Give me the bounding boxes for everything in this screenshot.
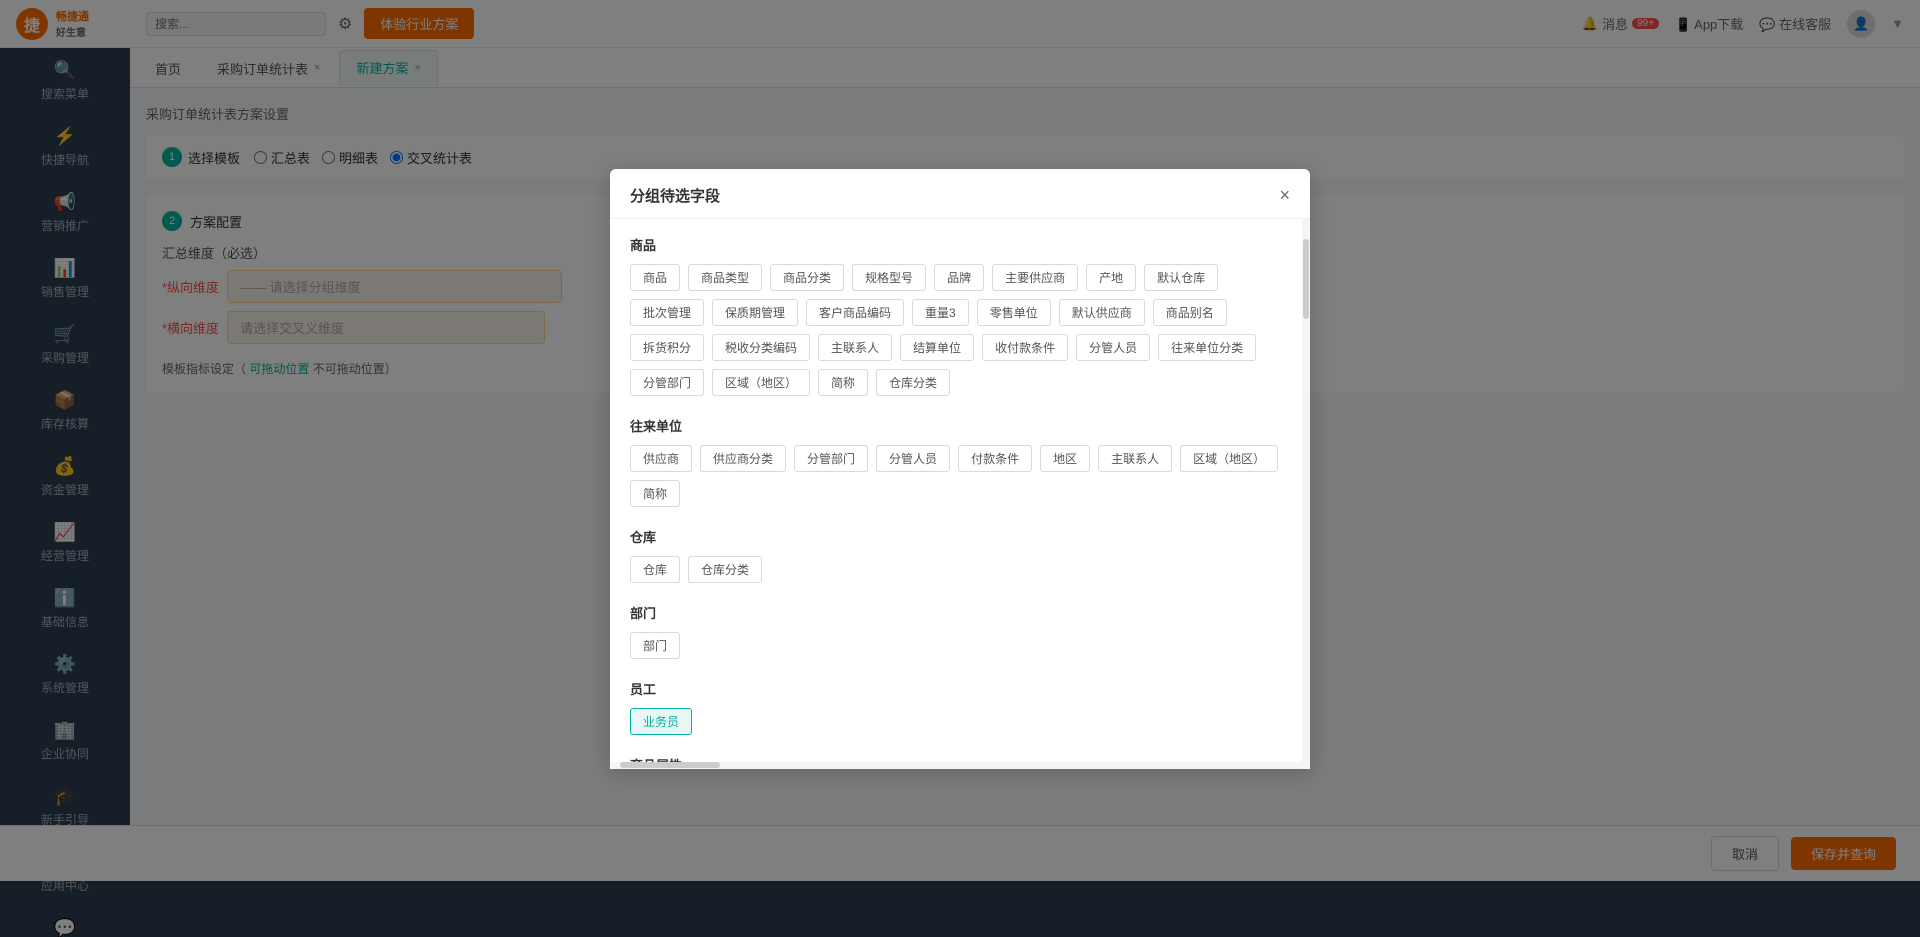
field-tag-zl3[interactable]: 重量3 — [912, 299, 969, 326]
field-tags-employee: 业务员 — [630, 708, 1282, 735]
field-tag-gys[interactable]: 供应商 — [630, 445, 692, 472]
field-tag-ggxh[interactable]: 规格型号 — [852, 264, 926, 291]
field-section-partner: 往来单位供应商供应商分类分管部门分管人员付款条件地区主联系人区域（地区） 简称 — [630, 416, 1282, 507]
modal-body[interactable]: 商品商品商品类型商品分类规格型号品牌主要供应商产地默认仓库批次管理保质期管理客户… — [610, 219, 1302, 762]
field-tag-qydq2[interactable]: 区域（地区） — [1180, 445, 1278, 472]
section-title-product-attr: 商品属性 — [630, 755, 1282, 762]
field-tag-kkfl[interactable]: 仓库分类 — [876, 369, 950, 396]
section-title-warehouse: 仓库 — [630, 527, 1282, 546]
modal-header: 分组待选字段 × — [610, 169, 1310, 219]
section-title-department: 部门 — [630, 603, 1282, 622]
field-tag-gysfl[interactable]: 供应商分类 — [700, 445, 786, 472]
field-tag-kkfl2[interactable]: 仓库分类 — [688, 556, 762, 583]
field-tags-partner: 供应商供应商分类分管部门分管人员付款条件地区主联系人区域（地区） 简称 — [630, 445, 1282, 507]
field-tag-khspbm[interactable]: 客户商品编码 — [806, 299, 904, 326]
section-title-employee: 员工 — [630, 679, 1282, 698]
modal-title: 分组待选字段 — [630, 185, 720, 206]
field-tag-zlxs[interactable]: 主联系人 — [818, 334, 892, 361]
field-tag-bzqgl[interactable]: 保质期管理 — [712, 299, 798, 326]
field-section-department: 部门部门 — [630, 603, 1282, 659]
modal-dialog: 分组待选字段 × 商品商品商品类型商品分类规格型号品牌主要供应商产地默认仓库批次… — [610, 169, 1310, 769]
scrollbar-thumb — [1303, 239, 1309, 319]
field-tag-bm[interactable]: 部门 — [630, 632, 680, 659]
field-tag-ywy[interactable]: 业务员 — [630, 708, 692, 735]
field-tag-pcgl[interactable]: 批次管理 — [630, 299, 704, 326]
field-tag-qydq[interactable]: 区域（地区） — [712, 369, 810, 396]
field-tag-zygyg[interactable]: 主要供应商 — [992, 264, 1078, 291]
field-tag-pp[interactable]: 品牌 — [934, 264, 984, 291]
field-tag-spfl[interactable]: 商品分类 — [770, 264, 844, 291]
field-tag-thzf[interactable]: 拆货积分 — [630, 334, 704, 361]
field-tags-product: 商品商品类型商品分类规格型号品牌主要供应商产地默认仓库批次管理保质期管理客户商品… — [630, 264, 1282, 396]
modal-scrollbar — [1302, 219, 1310, 762]
modal-overlay: 分组待选字段 × 商品商品商品类型商品分类规格型号品牌主要供应商产地默认仓库批次… — [0, 0, 1920, 937]
field-section-product-attr: 商品属性属性颜色多规格尺码鞋码1 — [630, 755, 1282, 762]
field-tag-fgbm[interactable]: 分管部门 — [630, 369, 704, 396]
field-tag-zftktj[interactable]: 收付款条件 — [982, 334, 1068, 361]
field-tag-zlxs2[interactable]: 主联系人 — [1098, 445, 1172, 472]
field-tag-lwdwfl[interactable]: 往来单位分类 — [1158, 334, 1256, 361]
field-tag-mrkk[interactable]: 默认仓库 — [1144, 264, 1218, 291]
field-tag-dq[interactable]: 地区 — [1040, 445, 1090, 472]
section-title-partner: 往来单位 — [630, 416, 1282, 435]
field-tag-sp[interactable]: 商品 — [630, 264, 680, 291]
modal-hscroll — [610, 762, 1310, 769]
field-tag-kk[interactable]: 仓库 — [630, 556, 680, 583]
field-tag-ssflbm[interactable]: 税收分类编码 — [712, 334, 810, 361]
field-tag-fgry2[interactable]: 分管人员 — [876, 445, 950, 472]
field-tag-fgry[interactable]: 分管人员 — [1076, 334, 1150, 361]
field-tag-jsdw[interactable]: 结算单位 — [900, 334, 974, 361]
field-tag-spbm[interactable]: 商品别名 — [1153, 299, 1227, 326]
field-tag-cd[interactable]: 产地 — [1086, 264, 1136, 291]
field-section-product: 商品商品商品类型商品分类规格型号品牌主要供应商产地默认仓库批次管理保质期管理客户… — [630, 235, 1282, 396]
section-title-product: 商品 — [630, 235, 1282, 254]
field-section-employee: 员工业务员 — [630, 679, 1282, 735]
field-tag-fktj[interactable]: 付款条件 — [958, 445, 1032, 472]
field-tags-warehouse: 仓库仓库分类 — [630, 556, 1282, 583]
field-tag-fgbm2[interactable]: 分管部门 — [794, 445, 868, 472]
field-section-warehouse: 仓库仓库仓库分类 — [630, 527, 1282, 583]
field-tag-mrgys[interactable]: 默认供应商 — [1059, 299, 1145, 326]
field-tag-jc[interactable]: 简称 — [818, 369, 868, 396]
modal-close-button[interactable]: × — [1279, 185, 1290, 206]
field-tag-jc2[interactable]: 简称 — [630, 480, 680, 507]
field-tag-splx[interactable]: 商品类型 — [688, 264, 762, 291]
field-tag-lsdw[interactable]: 零售单位 — [977, 299, 1051, 326]
field-tags-department: 部门 — [630, 632, 1282, 659]
hscroll-thumb — [620, 762, 720, 768]
